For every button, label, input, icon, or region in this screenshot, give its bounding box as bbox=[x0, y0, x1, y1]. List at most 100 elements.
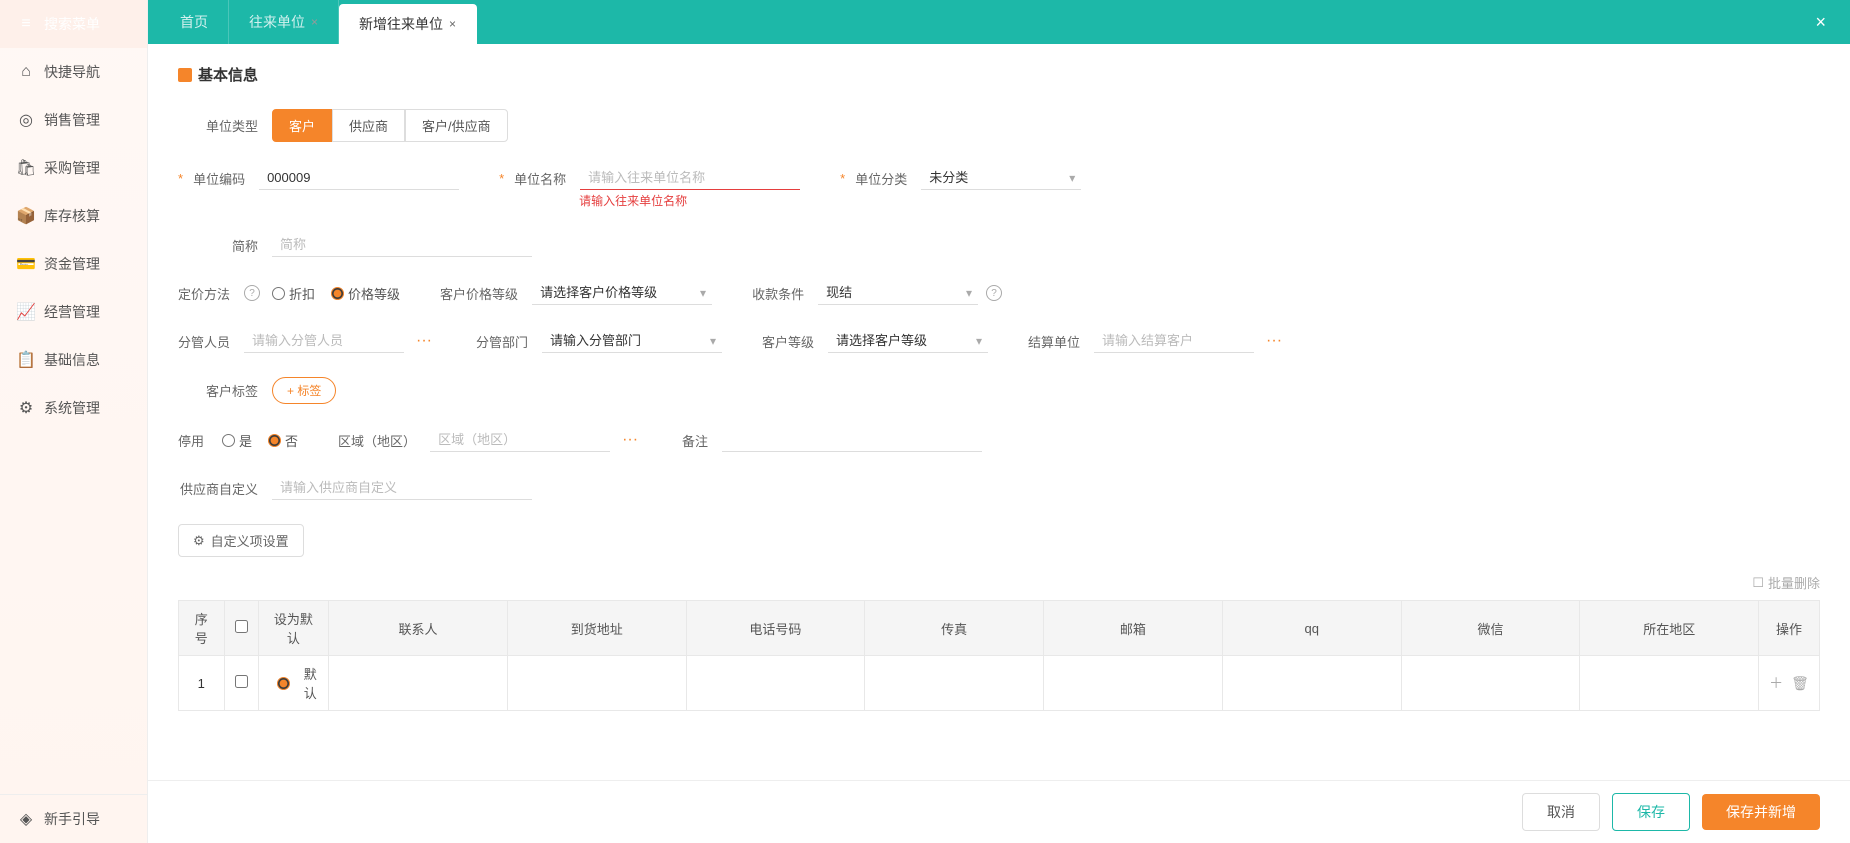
sidebar-item-search[interactable]: ≡ 搜索菜单 bbox=[0, 0, 147, 48]
tab-bar: 首页 往来单位 × 新增往来单位 × × bbox=[148, 0, 1850, 44]
contact-input[interactable] bbox=[339, 676, 497, 691]
cell-location bbox=[1580, 656, 1759, 711]
payment-terms-select[interactable]: 现结 bbox=[818, 281, 978, 305]
btn-both[interactable]: 客户/供应商 bbox=[405, 109, 508, 142]
email-input[interactable] bbox=[1054, 676, 1212, 691]
unit-name-error: 请输入往来单位名称 bbox=[579, 192, 800, 209]
cancel-button[interactable]: 取消 bbox=[1522, 793, 1600, 831]
fax-input[interactable] bbox=[875, 676, 1033, 691]
department-group: 分管部门 请输入分管部门 bbox=[476, 329, 722, 353]
sidebar-label-quicknav: 快捷导航 bbox=[44, 62, 100, 82]
customer-level-select[interactable]: 请选择客户等级 bbox=[828, 329, 988, 353]
btn-customer[interactable]: 客户 bbox=[272, 109, 332, 142]
wechat-input[interactable] bbox=[1412, 676, 1570, 691]
tab-new-partner-close[interactable]: × bbox=[449, 17, 456, 31]
unit-category-label: 单位分类 bbox=[855, 169, 907, 188]
disabled-yes-label[interactable]: 是 bbox=[222, 431, 252, 450]
unit-type-group: 客户 供应商 客户/供应商 bbox=[272, 109, 508, 142]
unit-category-select[interactable]: 未分类 bbox=[921, 166, 1081, 190]
default-radio[interactable] bbox=[269, 677, 299, 690]
save-button[interactable]: 保存 bbox=[1612, 793, 1690, 831]
customer-level-label: 客户等级 bbox=[762, 332, 814, 351]
window-close-button[interactable]: × bbox=[1803, 12, 1838, 33]
custom-settings-button[interactable]: ⚙ 自定义项设置 bbox=[178, 524, 304, 557]
sidebar-item-inventory[interactable]: 📦 库存核算 bbox=[0, 192, 147, 240]
btn-supplier[interactable]: 供应商 bbox=[332, 109, 405, 142]
unit-code-required: * bbox=[178, 171, 183, 186]
tab-new-partner[interactable]: 新增往来单位 × bbox=[339, 4, 477, 44]
cell-wechat bbox=[1401, 656, 1580, 711]
sidebar-item-finance[interactable]: 💳 资金管理 bbox=[0, 240, 147, 288]
settlement-unit-input[interactable] bbox=[1094, 329, 1254, 353]
sidebar-item-quicknav[interactable]: ⌂ 快捷导航 bbox=[0, 48, 147, 96]
section-title: 基本信息 bbox=[178, 64, 1820, 85]
tab-partners[interactable]: 往来单位 × bbox=[229, 0, 339, 44]
pricing-discount-radio[interactable] bbox=[272, 287, 285, 300]
manager-input[interactable] bbox=[244, 329, 404, 353]
payment-terms-wrapper: 现结 bbox=[818, 281, 978, 305]
sidebar-label-inventory: 库存核算 bbox=[44, 206, 100, 226]
sidebar-item-purchase[interactable]: 🛍 采购管理 bbox=[0, 144, 147, 192]
disabled-yes-text: 是 bbox=[239, 431, 252, 450]
custom-settings-label: 自定义项设置 bbox=[211, 531, 289, 550]
cell-no: 1 bbox=[179, 656, 225, 711]
disabled-yes-radio[interactable] bbox=[222, 434, 235, 447]
save-new-button[interactable]: 保存并新增 bbox=[1702, 794, 1820, 830]
location-input[interactable] bbox=[1590, 676, 1748, 691]
customer-level-group: 客户等级 请选择客户等级 bbox=[762, 329, 988, 353]
default-radio-label[interactable]: 默认 bbox=[269, 664, 319, 702]
section-icon bbox=[178, 68, 192, 82]
add-tag-button[interactable]: + 标签 bbox=[272, 377, 336, 404]
cell-default: 默认 bbox=[258, 656, 329, 711]
manager-more-btn[interactable]: ··· bbox=[412, 332, 436, 350]
tab-partners-close[interactable]: × bbox=[311, 15, 318, 29]
sidebar-item-basic[interactable]: 📋 基础信息 bbox=[0, 336, 147, 384]
pricing-discount-label[interactable]: 折扣 bbox=[272, 284, 315, 303]
section-title-text: 基本信息 bbox=[198, 64, 258, 85]
sidebar-item-newbie[interactable]: ◈ 新手引导 bbox=[0, 795, 147, 843]
disabled-no-radio[interactable] bbox=[268, 434, 281, 447]
pricing-method-help[interactable]: ? bbox=[244, 285, 260, 301]
settlement-unit-more-btn[interactable]: ··· bbox=[1262, 332, 1286, 350]
basic-icon: 📋 bbox=[16, 350, 36, 370]
col-contact: 联系人 bbox=[329, 601, 508, 656]
col-no: 序号 bbox=[179, 601, 225, 656]
sidebar-item-sales[interactable]: ◎ 销售管理 bbox=[0, 96, 147, 144]
sidebar-label-purchase: 采购管理 bbox=[44, 158, 100, 178]
unit-code-label: 单位编码 bbox=[193, 169, 245, 188]
cell-address bbox=[507, 656, 686, 711]
phone-input[interactable] bbox=[697, 676, 855, 691]
region-input[interactable] bbox=[430, 428, 610, 452]
disabled-radio-group: 是 否 bbox=[222, 431, 298, 450]
select-all-checkbox[interactable] bbox=[235, 620, 248, 633]
cell-fax bbox=[865, 656, 1044, 711]
pricing-level-label[interactable]: 价格等级 bbox=[331, 284, 400, 303]
sales-icon: ◎ bbox=[16, 110, 36, 130]
supplier-custom-input[interactable] bbox=[272, 476, 532, 500]
sidebar-label-newbie: 新手引导 bbox=[44, 809, 100, 829]
row-checkbox[interactable] bbox=[235, 675, 248, 688]
sidebar-item-system[interactable]: ⚙ 系统管理 bbox=[0, 384, 147, 432]
delete-row-btn[interactable]: 🗑 bbox=[1791, 675, 1809, 692]
unit-name-input[interactable] bbox=[580, 166, 800, 190]
short-name-label: 简称 bbox=[178, 236, 258, 255]
supplier-custom-label: 供应商自定义 bbox=[178, 479, 258, 498]
short-name-input[interactable] bbox=[272, 233, 532, 257]
tab-home[interactable]: 首页 bbox=[160, 0, 229, 44]
disabled-no-label[interactable]: 否 bbox=[268, 431, 298, 450]
add-row-btn[interactable]: ＋ bbox=[1769, 673, 1783, 693]
remark-input[interactable] bbox=[722, 428, 982, 452]
batch-delete-label[interactable]: 批量删除 bbox=[1768, 573, 1820, 592]
qq-input[interactable] bbox=[1233, 676, 1391, 691]
department-select[interactable]: 请输入分管部门 bbox=[542, 329, 722, 353]
unit-code-input[interactable] bbox=[259, 166, 459, 190]
address-input[interactable] bbox=[518, 676, 676, 691]
sidebar-item-operations[interactable]: 📈 经营管理 bbox=[0, 288, 147, 336]
cell-qq bbox=[1222, 656, 1401, 711]
region-more-btn[interactable]: ··· bbox=[618, 431, 642, 449]
department-label: 分管部门 bbox=[476, 332, 528, 351]
cell-check bbox=[224, 656, 258, 711]
customer-price-level-select[interactable]: 请选择客户价格等级 bbox=[532, 281, 712, 305]
pricing-level-radio[interactable] bbox=[331, 287, 344, 300]
payment-terms-help[interactable]: ? bbox=[986, 285, 1002, 301]
